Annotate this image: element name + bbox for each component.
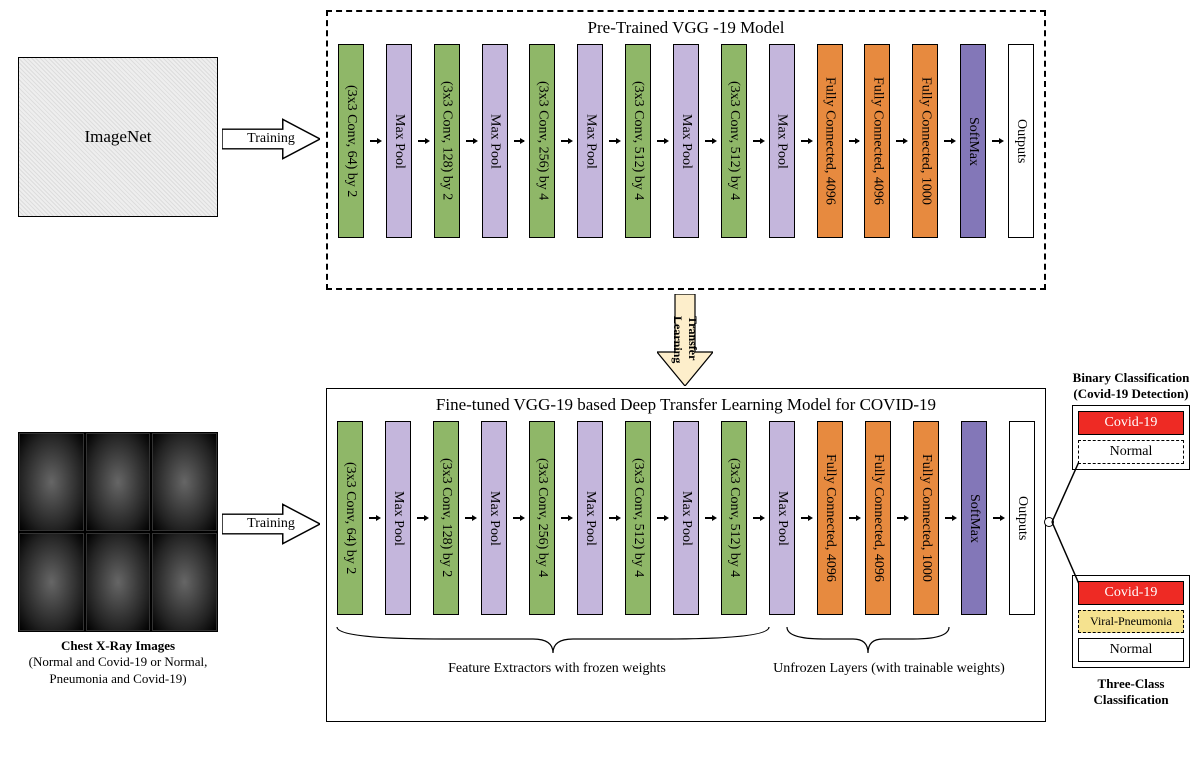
layer-conv: (3x3 Conv, 64) by 2	[338, 44, 364, 238]
layer-conv: (3x3 Conv, 512) by 4	[625, 421, 651, 615]
finetuned-vgg19-box: Fine-tuned VGG-19 based Deep Transfer Le…	[326, 388, 1046, 722]
layer-conv: (3x3 Conv, 256) by 4	[529, 44, 555, 238]
connector-arrow	[801, 136, 811, 146]
class-covid: Covid-19	[1078, 581, 1184, 605]
xray-grid	[18, 432, 218, 632]
layer-pool: Max Pool	[769, 421, 795, 615]
layer-conv: (3x3 Conv, 512) by 4	[721, 44, 747, 238]
connector-arrow	[609, 136, 619, 146]
xray-image	[19, 533, 84, 631]
connector-arrow	[801, 513, 811, 523]
connector-arrow	[849, 136, 859, 146]
xray-image	[152, 533, 217, 631]
layer-fc: Fully Connected, 1000	[912, 44, 938, 238]
three-class-title: Three-Class Classification	[1072, 676, 1190, 707]
layer-pool: Max Pool	[481, 421, 507, 615]
pretrained-title: Pre-Trained VGG -19 Model	[338, 18, 1034, 38]
layer-pool: Max Pool	[769, 44, 795, 238]
xray-image	[19, 433, 84, 531]
layer-pool: Max Pool	[577, 44, 603, 238]
xray-caption: Chest X-Ray Images (Normal and Covid-19 …	[18, 638, 218, 687]
layer-fc: Fully Connected, 4096	[817, 44, 843, 238]
layer-conv: (3x3 Conv, 256) by 4	[529, 421, 555, 615]
layer-pool: Max Pool	[577, 421, 603, 615]
connector-arrow	[753, 136, 763, 146]
connector-arrow	[657, 513, 667, 523]
layer-soft: SoftMax	[960, 44, 986, 238]
layer-conv: (3x3 Conv, 64) by 2	[337, 421, 363, 615]
layer-pool: Max Pool	[386, 44, 412, 238]
imagenet-label: ImageNet	[84, 127, 151, 147]
layer-conv: (3x3 Conv, 512) by 4	[625, 44, 651, 238]
diagram-canvas: ImageNet Training Pre-Trained VGG -19 Mo…	[0, 0, 1200, 770]
connector-arrow	[465, 513, 475, 523]
connector-arrow	[945, 513, 955, 523]
connector-arrow	[896, 136, 906, 146]
connector-arrow	[897, 513, 907, 523]
layer-fc: Fully Connected, 4096	[865, 421, 891, 615]
layer-conv: (3x3 Conv, 128) by 2	[434, 44, 460, 238]
training-arrow-bottom: Training	[222, 502, 320, 546]
connector-arrow	[705, 513, 715, 523]
connector-arrow	[992, 136, 1002, 146]
training-label-top: Training	[247, 131, 295, 147]
binary-items: Covid-19 Normal	[1072, 405, 1190, 470]
connector-arrow	[993, 513, 1003, 523]
connector-arrow	[417, 513, 427, 523]
brace-unfrozen-layers	[783, 625, 953, 659]
connector-arrow	[561, 513, 571, 523]
layer-soft: SoftMax	[961, 421, 987, 615]
connector-arrow	[513, 513, 523, 523]
connector-arrow	[944, 136, 954, 146]
connector-arrow	[561, 136, 571, 146]
layer-pool: Max Pool	[482, 44, 508, 238]
training-label-bottom: Training	[247, 516, 295, 532]
pretrained-vgg19-box: Pre-Trained VGG -19 Model (3x3 Conv, 64)…	[326, 10, 1046, 290]
xray-image	[152, 433, 217, 531]
connector-arrow	[849, 513, 859, 523]
imagenet-box: ImageNet	[18, 57, 218, 217]
three-class-box: Covid-19 Viral-Pneumonia Normal Three-Cl…	[1072, 575, 1190, 707]
class-normal: Normal	[1078, 440, 1184, 464]
pretrained-layers: (3x3 Conv, 64) by 2 Max Pool (3x3 Conv, 12…	[338, 44, 1034, 238]
layer-fc: Fully Connected, 4096	[864, 44, 890, 238]
layer-fc: Fully Connected, 1000	[913, 421, 939, 615]
brace-feature-extractors	[333, 625, 773, 659]
layer-conv: (3x3 Conv, 512) by 4	[721, 421, 747, 615]
layer-pool: Max Pool	[385, 421, 411, 615]
xray-image	[86, 533, 151, 631]
class-viral: Viral-Pneumonia	[1078, 610, 1184, 633]
finetuned-title: Fine-tuned VGG-19 based Deep Transfer Le…	[337, 395, 1035, 415]
layer-conv: (3x3 Conv, 128) by 2	[433, 421, 459, 615]
xray-image	[86, 433, 151, 531]
class-normal: Normal	[1078, 638, 1184, 662]
layer-out: Outputs	[1009, 421, 1035, 615]
connector-arrow	[370, 136, 380, 146]
connector-arrow	[753, 513, 763, 523]
brace-right-text: Unfrozen Layers (with trainable weights)	[759, 661, 1019, 677]
connector-arrow	[418, 136, 428, 146]
binary-title: Binary Classification (Covid-19 Detectio…	[1072, 370, 1190, 401]
connector-arrow	[609, 513, 619, 523]
layer-out: Outputs	[1008, 44, 1034, 238]
brace-left-text: Feature Extractors with frozen weights	[397, 661, 717, 677]
layer-pool: Max Pool	[673, 44, 699, 238]
connector-arrow	[514, 136, 524, 146]
three-class-items: Covid-19 Viral-Pneumonia Normal	[1072, 575, 1190, 668]
binary-classification-box: Binary Classification (Covid-19 Detectio…	[1072, 370, 1190, 470]
transfer-learning-label: Transfer Learning	[670, 316, 700, 363]
training-arrow-top: Training	[222, 117, 320, 161]
finetuned-layers: (3x3 Conv, 64) by 2 Max Pool (3x3 Conv, 12…	[337, 421, 1035, 615]
layer-pool: Max Pool	[673, 421, 699, 615]
connector-arrow	[369, 513, 379, 523]
connector-arrow	[705, 136, 715, 146]
layer-fc: Fully Connected, 4096	[817, 421, 843, 615]
connector-arrow	[466, 136, 476, 146]
connector-arrow	[657, 136, 667, 146]
class-covid: Covid-19	[1078, 411, 1184, 435]
transfer-learning-arrow: Transfer Learning	[657, 294, 713, 386]
